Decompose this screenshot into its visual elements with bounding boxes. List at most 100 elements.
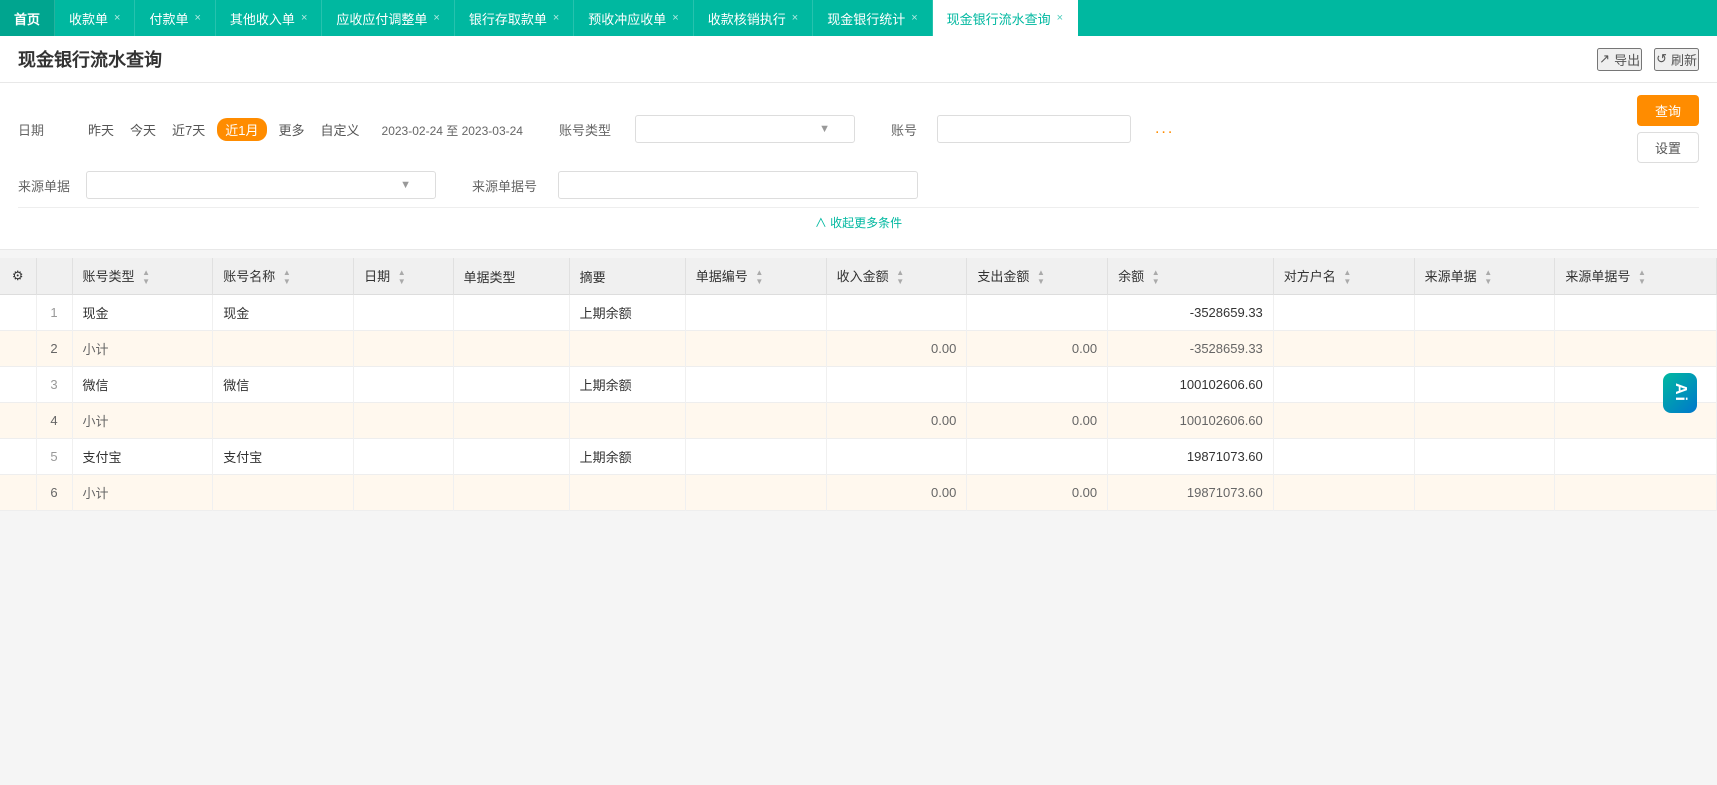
cell-summary: 上期余额 <box>569 439 685 475</box>
top-nav: 首页 收款单×付款单×其他收入单×应收应付调整单×银行存取款单×预收冲应收单×收… <box>0 0 1717 36</box>
source-doc-select[interactable]: ▼ <box>86 171 436 199</box>
cell-balance: 19871073.60 <box>1108 439 1274 475</box>
nav-tab-其他收入单[interactable]: 其他收入单× <box>216 0 322 36</box>
account-type-select[interactable]: ▼ <box>635 115 855 143</box>
table-row: 6小计0.000.0019871073.60 <box>0 475 1717 511</box>
date-option-自定义[interactable]: 自定义 <box>317 118 364 141</box>
cell-gear <box>0 439 36 475</box>
cell-account_name: 支付宝 <box>213 439 354 475</box>
table-row: 2小计0.000.00-3528659.33 <box>0 331 1717 367</box>
cell-summary: 上期余额 <box>569 367 685 403</box>
cell-summary <box>569 331 685 367</box>
cell-account_name <box>213 475 354 511</box>
th-source-doc-no[interactable]: 来源单据号 ▲▼ <box>1555 258 1717 295</box>
table-row: 3微信微信上期余额100102606.60 <box>0 367 1717 403</box>
cell-expense: 0.00 <box>967 475 1108 511</box>
th-counterparty[interactable]: 对方户名 ▲▼ <box>1273 258 1414 295</box>
cell-counterparty <box>1273 331 1414 367</box>
account-label: 账号 <box>891 120 921 139</box>
date-option-近7天[interactable]: 近7天 <box>168 118 209 141</box>
nav-tab-付款单[interactable]: 付款单× <box>135 0 215 36</box>
refresh-label: 刷新 <box>1671 50 1697 69</box>
th-num <box>36 258 72 295</box>
cell-expense <box>967 295 1108 331</box>
cell-gear <box>0 295 36 331</box>
cell-counterparty <box>1273 475 1414 511</box>
cell-num: 1 <box>36 295 72 331</box>
cell-balance: -3528659.33 <box>1108 331 1274 367</box>
date-option-近1月[interactable]: 近1月 <box>217 118 266 141</box>
th-account-name[interactable]: 账号名称 ▲▼ <box>213 258 354 295</box>
cell-date <box>354 295 453 331</box>
cell-account_type: 小计 <box>72 475 213 511</box>
collapse-bar[interactable]: ∧ 收起更多条件 <box>18 207 1699 237</box>
cell-account_type: 微信 <box>72 367 213 403</box>
cell-counterparty <box>1273 367 1414 403</box>
nav-tab-收款核销执行[interactable]: 收款核销执行× <box>694 0 813 36</box>
date-option-今天[interactable]: 今天 <box>126 118 160 141</box>
export-icon: ↗ <box>1599 51 1610 67</box>
cell-income <box>826 439 967 475</box>
source-doc-no-input[interactable] <box>558 171 918 199</box>
nav-tab-现金银行流水查询[interactable]: 现金银行流水查询× <box>933 0 1078 36</box>
cell-expense <box>967 439 1108 475</box>
cell-source_doc <box>1414 475 1555 511</box>
nav-tab-现金银行统计[interactable]: 现金银行统计× <box>813 0 932 36</box>
export-button[interactable]: ↗ 导出 <box>1597 48 1642 71</box>
cell-expense: 0.00 <box>967 331 1108 367</box>
chevron-down-icon: ▼ <box>819 123 830 135</box>
cell-date <box>354 403 453 439</box>
cell-account_type: 现金 <box>72 295 213 331</box>
query-button[interactable]: 查询 <box>1637 95 1699 126</box>
cell-num: 5 <box>36 439 72 475</box>
cell-summary <box>569 475 685 511</box>
ai-badge[interactable]: Ai <box>1663 373 1697 413</box>
date-label: 日期 <box>18 120 68 139</box>
cell-account_name: 现金 <box>213 295 354 331</box>
nav-home[interactable]: 首页 <box>0 0 55 36</box>
cell-gear <box>0 331 36 367</box>
table-wrapper: ⚙ 账号类型 ▲▼ 账号名称 ▲▼ 日期 ▲▼ 单据类型 摘要 单据编号 ▲▼ … <box>0 258 1717 511</box>
right-buttons: 查询 设置 <box>1637 95 1699 163</box>
date-option-昨天[interactable]: 昨天 <box>84 118 118 141</box>
nav-tab-银行存取款单[interactable]: 银行存取款单× <box>455 0 574 36</box>
source-doc-no-label: 来源单据号 <box>472 176 542 195</box>
nav-tab-预收冲应收单[interactable]: 预收冲应收单× <box>574 0 693 36</box>
cell-account_name <box>213 331 354 367</box>
th-date[interactable]: 日期 ▲▼ <box>354 258 453 295</box>
dots-button[interactable]: ... <box>1155 120 1174 138</box>
nav-tab-收款单[interactable]: 收款单× <box>55 0 135 36</box>
refresh-button[interactable]: ↺ 刷新 <box>1654 48 1699 71</box>
cell-doc_no <box>685 331 826 367</box>
cell-source_doc_no <box>1555 475 1717 511</box>
page-title: 现金银行流水查询 <box>18 46 162 72</box>
th-account-type[interactable]: 账号类型 ▲▼ <box>72 258 213 295</box>
th-source-doc[interactable]: 来源单据 ▲▼ <box>1414 258 1555 295</box>
filter-area: 日期 昨天今天近7天近1月更多自定义 2023-02-24 至 2023-03-… <box>0 83 1717 250</box>
settings-button[interactable]: 设置 <box>1637 132 1699 163</box>
cell-doc_no <box>685 295 826 331</box>
cell-summary <box>569 403 685 439</box>
th-balance[interactable]: 余额 ▲▼ <box>1108 258 1274 295</box>
cell-account_type: 小计 <box>72 403 213 439</box>
page-header: 现金银行流水查询 ↗ 导出 ↺ 刷新 <box>0 36 1717 83</box>
th-income[interactable]: 收入金额 ▲▼ <box>826 258 967 295</box>
cell-expense: 0.00 <box>967 403 1108 439</box>
cell-counterparty <box>1273 439 1414 475</box>
cell-num: 6 <box>36 475 72 511</box>
date-option-更多[interactable]: 更多 <box>275 118 309 141</box>
cell-doc_no <box>685 439 826 475</box>
nav-tab-应收应付调整单[interactable]: 应收应付调整单× <box>322 0 454 36</box>
table-body: 1现金现金上期余额-3528659.332小计0.000.00-3528659.… <box>0 295 1717 511</box>
cell-income <box>826 367 967 403</box>
th-doc-no[interactable]: 单据编号 ▲▼ <box>685 258 826 295</box>
cell-source_doc <box>1414 439 1555 475</box>
cell-doc_type <box>453 295 569 331</box>
cell-doc_type <box>453 439 569 475</box>
th-gear[interactable]: ⚙ <box>0 258 36 295</box>
date-range: 2023-02-24 至 2023-03-24 <box>382 122 523 139</box>
cell-balance: 100102606.60 <box>1108 367 1274 403</box>
cell-balance: 19871073.60 <box>1108 475 1274 511</box>
account-input[interactable] <box>937 115 1131 143</box>
th-expense[interactable]: 支出金额 ▲▼ <box>967 258 1108 295</box>
